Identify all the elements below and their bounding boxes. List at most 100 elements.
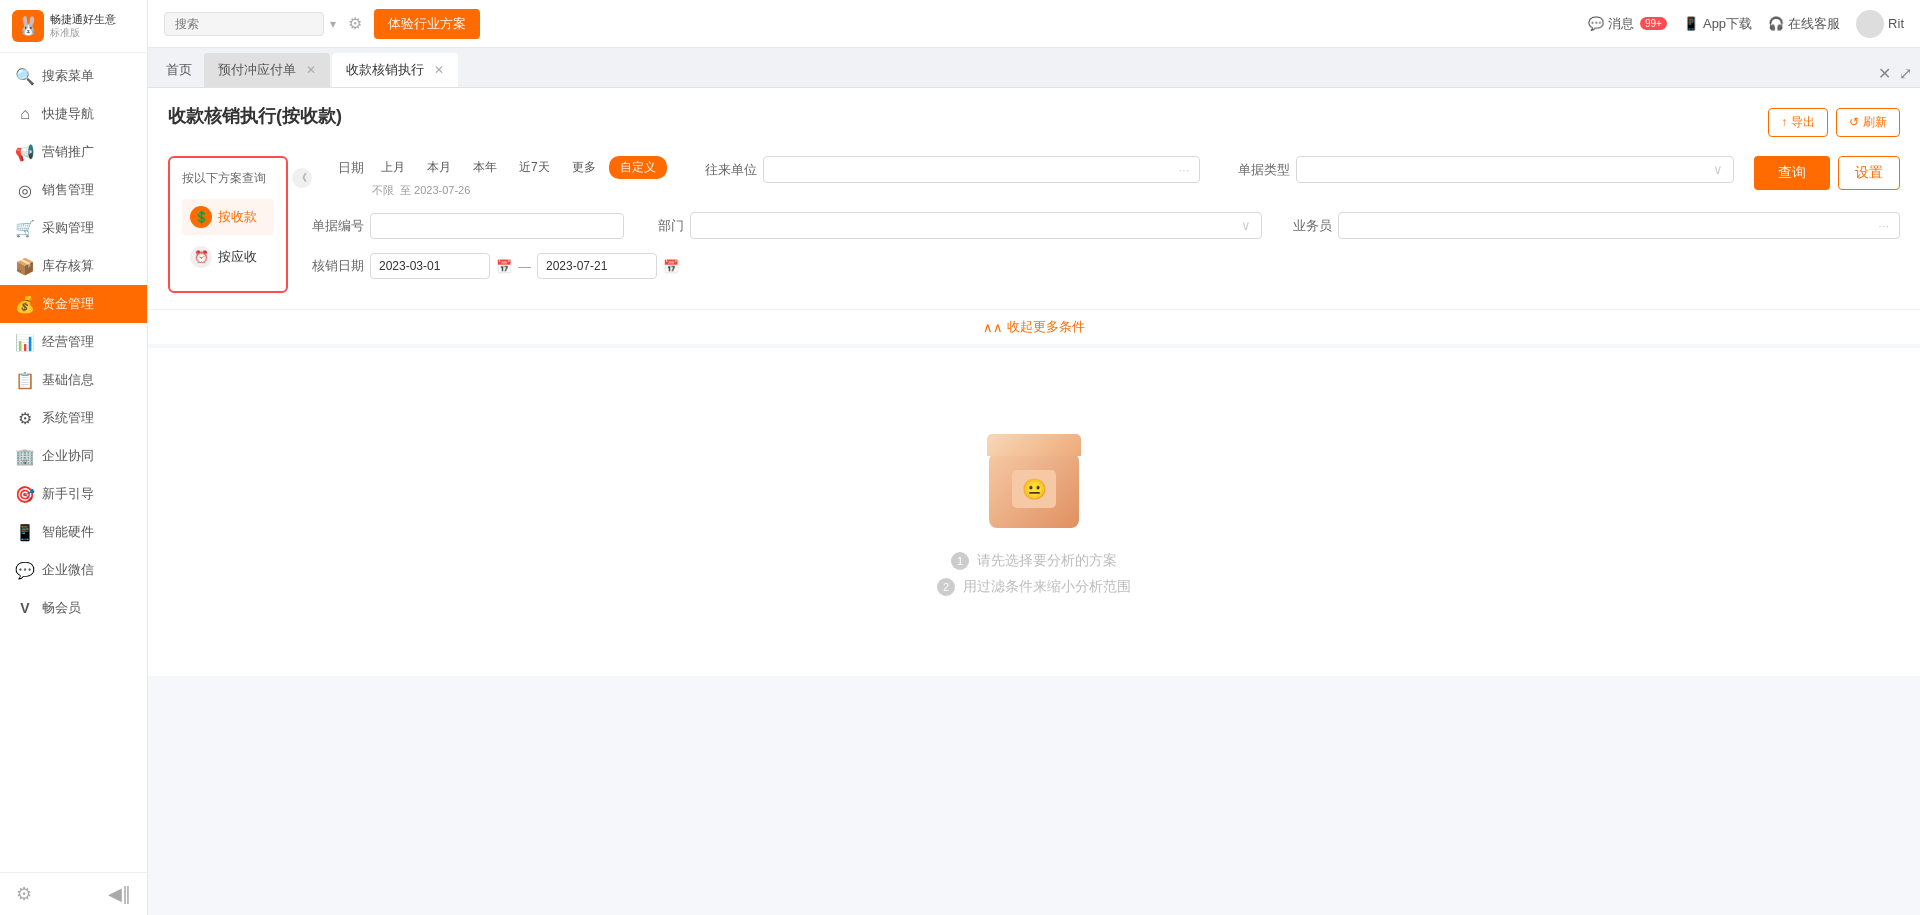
tab-collection-close-icon[interactable]: ✕ — [434, 63, 444, 77]
export-button[interactable]: ↑ 导出 — [1768, 108, 1828, 137]
dept-select[interactable]: ∨ — [690, 212, 1262, 239]
page-header-wrapper: 收款核销执行(按收款) ↑ 导出 ↺ 刷新 — [148, 88, 1920, 344]
date-to-text: 至 2023-07-26 — [400, 183, 470, 198]
verify-end-date-input[interactable] — [537, 253, 657, 279]
staff-ellipsis: ··· — [1878, 218, 1889, 233]
empty-illustration: 😐 — [964, 408, 1104, 528]
date-btn-last-month[interactable]: 上月 — [372, 156, 414, 179]
content-inner: 收款核销执行(按收款) ↑ 导出 ↺ 刷新 — [148, 88, 1920, 676]
app-logo-icon: 🐰 — [12, 10, 44, 42]
tab-collection[interactable]: 收款核销执行 ✕ — [332, 53, 458, 87]
sidebar-item-inventory[interactable]: 📦 库存核算 — [0, 247, 147, 285]
member-icon: V — [16, 599, 34, 617]
sales-icon: ◎ — [16, 181, 34, 199]
user-name: Rit — [1888, 16, 1904, 31]
fold-up-icon: ∧∧ — [983, 320, 1003, 335]
query-button[interactable]: 查询 — [1754, 156, 1830, 190]
tab-prepay-label: 预付冲应付单 — [218, 61, 296, 79]
date-btn-7days[interactable]: 近7天 — [510, 156, 559, 179]
filter-option-by-collection[interactable]: 💲 按收款 — [182, 199, 274, 235]
staff-input[interactable]: ··· — [1338, 212, 1900, 239]
filter-option-by-receivable[interactable]: ⏰ 按应收 — [182, 239, 274, 275]
online-service-button[interactable]: 🎧 在线客服 — [1768, 15, 1840, 33]
sidebar-item-marketing-label: 营销推广 — [42, 143, 94, 161]
hardware-icon: 📱 — [16, 523, 34, 541]
sidebar-item-quick-label: 快捷导航 — [42, 105, 94, 123]
bill-no-input[interactable] — [370, 213, 624, 239]
sidebar-item-system[interactable]: ⚙ 系统管理 — [0, 399, 147, 437]
date-btn-more[interactable]: 更多 — [563, 156, 605, 179]
collapse-filter-sidebar-button[interactable]: 《 — [292, 168, 312, 188]
expand-tab-icon[interactable]: ⤢ — [1899, 64, 1912, 83]
sidebar-item-system-label: 系统管理 — [42, 409, 94, 427]
sidebar-item-operation[interactable]: 📊 经营管理 — [0, 323, 147, 361]
collapse-icon: 《 — [297, 171, 307, 185]
message-label: 消息 — [1608, 15, 1634, 33]
sidebar-item-wechat[interactable]: 💬 企业微信 — [0, 551, 147, 589]
sidebar-bottom: ⚙ ◀‖ — [0, 872, 147, 915]
sidebar-item-basic-label: 基础信息 — [42, 371, 94, 389]
sidebar-item-quick[interactable]: ⌂ 快捷导航 — [0, 95, 147, 133]
hint-num-1: 1 — [951, 552, 969, 570]
verify-calendar-start-icon[interactable]: 📅 — [496, 259, 512, 274]
close-all-tabs-icon[interactable]: ✕ — [1878, 64, 1891, 83]
tab-prepay[interactable]: 预付冲应付单 ✕ — [204, 53, 330, 87]
sidebar-item-search-label: 搜索菜单 — [42, 67, 94, 85]
industry-solution-button[interactable]: 体验行业方案 — [374, 9, 480, 39]
collapse-conditions-button[interactable]: ∧∧ 收起更多条件 — [983, 318, 1085, 336]
sidebar-item-marketing[interactable]: 📢 营销推广 — [0, 133, 147, 171]
tab-home[interactable]: 首页 — [156, 53, 202, 87]
tab-collection-label: 收款核销执行 — [346, 61, 424, 79]
wechat-icon: 💬 — [16, 561, 34, 579]
counterparty-label: 往来单位 — [687, 161, 757, 179]
hint-text-1: 请先选择要分析的方案 — [977, 552, 1117, 570]
topbar-chevron-icon: ▾ — [330, 17, 336, 31]
operation-icon: 📊 — [16, 333, 34, 351]
topbar-right: 💬 消息 99+ 📱 App下载 🎧 在线客服 Rit — [1588, 10, 1904, 38]
filter-sidebar-panel: 按以下方案查询 💲 按收款 ⏰ 按应收 — [168, 156, 288, 293]
message-button[interactable]: 💬 消息 99+ — [1588, 15, 1667, 33]
sidebar-item-basic[interactable]: 📋 基础信息 — [0, 361, 147, 399]
sidebar-item-sales[interactable]: ◎ 销售管理 — [0, 171, 147, 209]
sidebar-item-search[interactable]: 🔍 搜索菜单 — [0, 57, 147, 95]
date-btn-custom[interactable]: 自定义 — [609, 156, 667, 179]
staff-label: 业务员 — [1282, 217, 1332, 235]
tabbar: 首页 预付冲应付单 ✕ 收款核销执行 ✕ ✕ ⤢ — [148, 48, 1920, 88]
sidebar-item-hardware[interactable]: 📱 智能硬件 — [0, 513, 147, 551]
setting-button[interactable]: 设置 — [1838, 156, 1900, 190]
topbar-gear-icon[interactable]: ⚙ — [348, 14, 362, 33]
message-badge: 99+ — [1640, 17, 1667, 30]
sidebar-item-guide-label: 新手引导 — [42, 485, 94, 503]
verify-date-range: 📅 — 📅 — [370, 253, 679, 279]
sidebar-item-member[interactable]: V 畅会员 — [0, 589, 147, 627]
user-profile-button[interactable]: Rit — [1856, 10, 1904, 38]
app-download-icon: 📱 — [1683, 16, 1699, 31]
sidebar-item-hardware-label: 智能硬件 — [42, 523, 94, 541]
bill-type-select[interactable]: ∨ — [1296, 156, 1734, 183]
sidebar-item-guide[interactable]: 🎯 新手引导 — [0, 475, 147, 513]
verify-date-label: 核销日期 — [304, 257, 364, 275]
sidebar-item-finance[interactable]: 💰 资金管理 — [0, 285, 147, 323]
purchase-icon: 🛒 — [16, 219, 34, 237]
refresh-button[interactable]: ↺ 刷新 — [1836, 108, 1900, 137]
topbar-search-input[interactable] — [164, 12, 324, 36]
sidebar-logo: 🐰 畅捷通好生意 标准版 — [0, 0, 147, 53]
collapse-sidebar-icon[interactable]: ◀‖ — [108, 883, 131, 905]
sidebar-item-enterprise[interactable]: 🏢 企业协同 — [0, 437, 147, 475]
date-btn-this-month[interactable]: 本月 — [418, 156, 460, 179]
sidebar-item-purchase[interactable]: 🛒 采购管理 — [0, 209, 147, 247]
verify-start-date-input[interactable] — [370, 253, 490, 279]
tabbar-right-actions: ✕ ⤢ — [1878, 64, 1912, 87]
counterparty-ellipsis: ··· — [1179, 162, 1190, 177]
tab-prepay-close-icon[interactable]: ✕ — [306, 63, 316, 77]
sidebar-item-operation-label: 经营管理 — [42, 333, 94, 351]
hint-num-2: 2 — [937, 578, 955, 596]
verify-calendar-end-icon[interactable]: 📅 — [663, 259, 679, 274]
by-receivable-label: 按应收 — [218, 248, 257, 266]
date-btn-this-year[interactable]: 本年 — [464, 156, 506, 179]
counterparty-input[interactable]: ··· — [763, 156, 1201, 183]
settings-bottom-icon[interactable]: ⚙ — [16, 883, 32, 905]
app-download-button[interactable]: 📱 App下载 — [1683, 15, 1752, 33]
verify-date-separator: — — [518, 259, 531, 274]
empty-face: 😐 — [1012, 470, 1056, 508]
